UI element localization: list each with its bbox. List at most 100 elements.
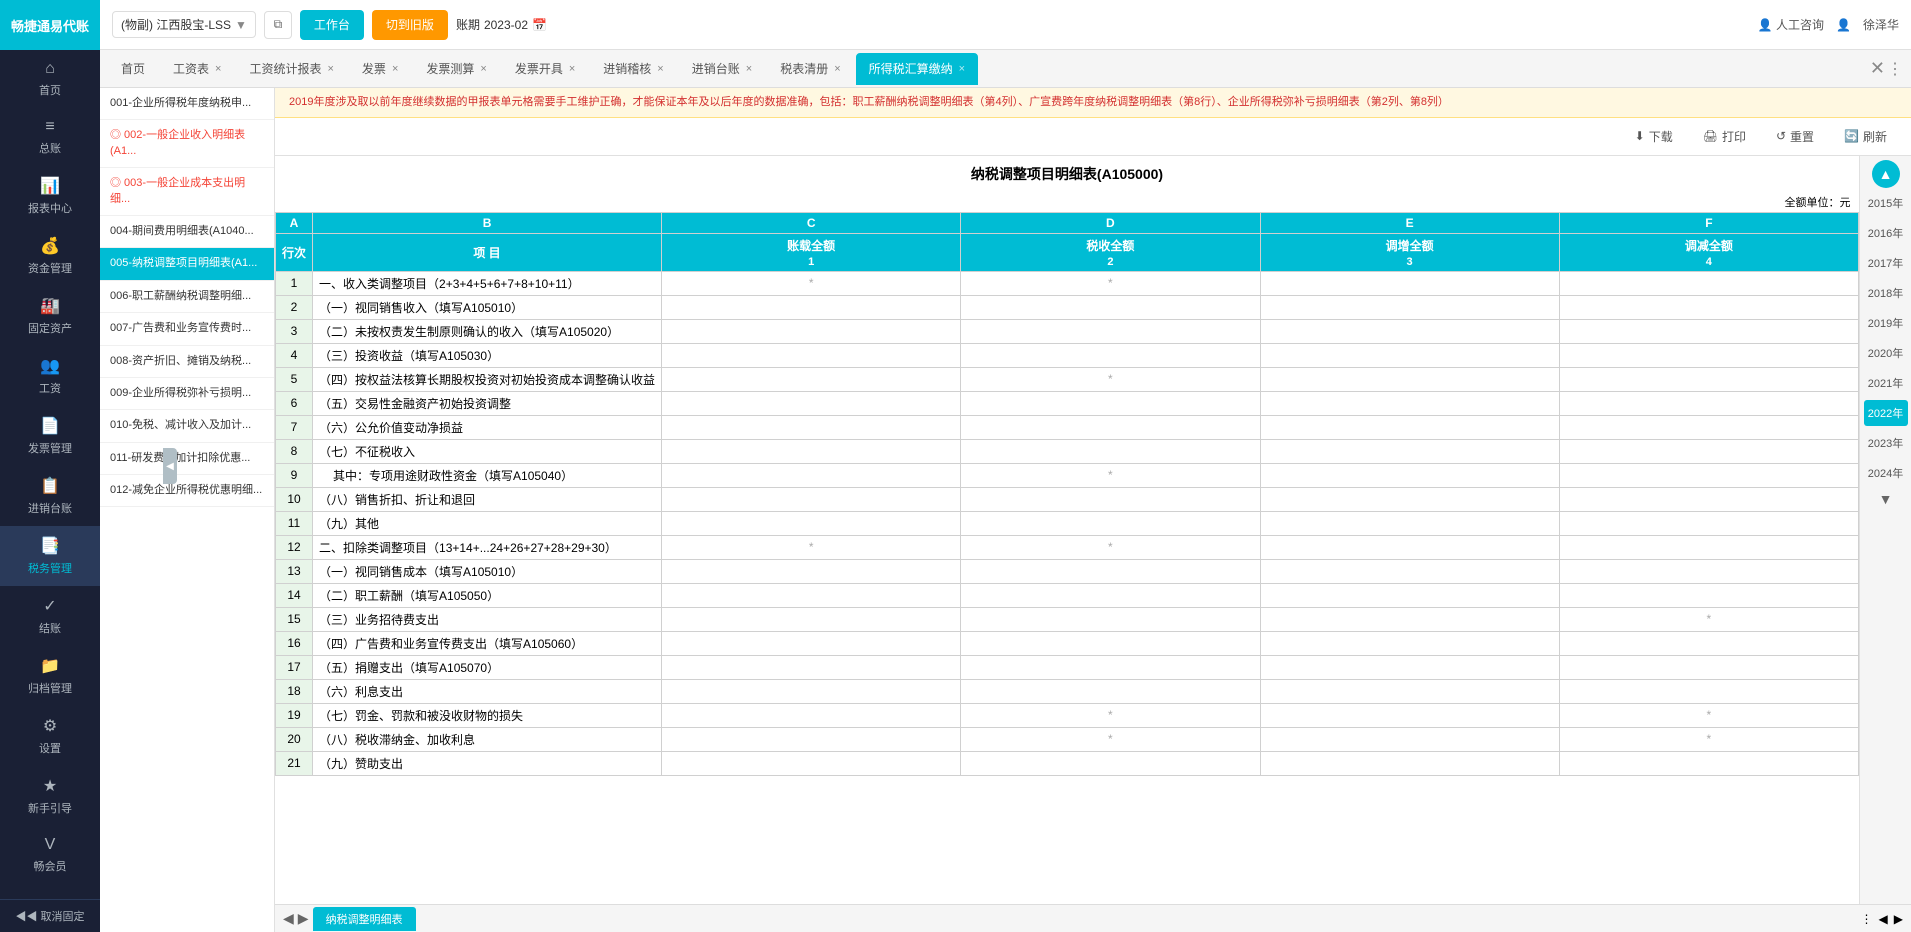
row-e[interactable] [1260,631,1559,655]
sheet-nav-right[interactable]: ▶ [298,910,309,927]
scroll-arrow-right[interactable]: ▶ [1894,912,1903,926]
row-d[interactable] [961,415,1260,439]
row-c[interactable] [662,727,961,751]
year-2021[interactable]: 2021年 [1864,370,1908,396]
sidebar-item-salary[interactable]: 👥 工资 [0,346,100,406]
row-e[interactable] [1260,535,1559,559]
row-e[interactable] [1260,415,1559,439]
left-item-003[interactable]: ◎ 003-一般企业成本支出明细... [100,168,274,216]
row-c[interactable]: * [662,271,961,295]
tab-close-icon[interactable]: × [959,63,965,75]
row-f[interactable] [1559,271,1858,295]
row-f[interactable] [1559,415,1858,439]
row-item[interactable]: （一）视同销售收入（填写A105010） [313,295,662,319]
row-item[interactable]: （八）税收滞纳金、加收利息 [313,727,662,751]
year-2018[interactable]: 2018年 [1864,280,1908,306]
refresh-button[interactable]: 🔄 刷新 [1834,124,1897,149]
sidebar-item-tax[interactable]: 📑 税务管理 [0,526,100,586]
row-e[interactable] [1260,319,1559,343]
tab-audit[interactable]: 进销稽核× [590,53,676,85]
panel-collapse-button[interactable]: ◀ [163,448,177,484]
row-item[interactable]: （六）公允价值变动净损益 [313,415,662,439]
row-c[interactable] [662,679,961,703]
help-button[interactable]: 👤 人工咨询 [1758,16,1824,33]
row-f[interactable] [1559,463,1858,487]
row-e[interactable] [1260,679,1559,703]
row-item[interactable]: （四）按权益法核算长期股权投资对初始投资成本调整确认收益 [313,367,662,391]
row-d[interactable] [961,343,1260,367]
row-e[interactable] [1260,391,1559,415]
row-d[interactable]: * [961,703,1260,727]
left-item-008[interactable]: 008-资产折旧、摊销及纳税... [100,346,274,378]
year-2022[interactable]: 2022年 [1864,400,1908,426]
sidebar-item-archive[interactable]: 📁 归档管理 [0,646,100,706]
row-item[interactable]: 一、收入类调整项目（2+3+4+5+6+7+8+10+11） [313,271,662,295]
row-e[interactable] [1260,655,1559,679]
row-c[interactable] [662,295,961,319]
row-c[interactable] [662,703,961,727]
row-item[interactable]: （二）未按权责发生制原则确认的收入（填写A105020） [313,319,662,343]
row-item[interactable]: 二、扣除类调整项目（13+14+...24+26+27+28+29+30） [313,535,662,559]
tab-tax-clear[interactable]: 税表清册× [767,53,853,85]
row-item[interactable]: （二）职工薪酬（填写A105050） [313,583,662,607]
row-d[interactable] [961,511,1260,535]
row-item[interactable]: （四）广告费和业务宣传费支出（填写A105060） [313,631,662,655]
row-f[interactable] [1559,655,1858,679]
row-c[interactable] [662,463,961,487]
user-name[interactable]: 徐泽华 [1863,16,1899,33]
row-f[interactable] [1559,367,1858,391]
left-item-005[interactable]: 005-纳税调整项目明细表(A1... [100,248,274,280]
year-2020[interactable]: 2020年 [1864,340,1908,366]
year-2023[interactable]: 2023年 [1864,430,1908,456]
row-d[interactable] [961,487,1260,511]
left-item-010[interactable]: 010-免税、减计收入及加计... [100,410,274,442]
row-e[interactable] [1260,703,1559,727]
row-f[interactable]: * [1559,703,1858,727]
row-d[interactable] [961,319,1260,343]
sidebar-item-funds[interactable]: 💰 资金管理 [0,226,100,286]
row-d[interactable] [961,655,1260,679]
row-item[interactable]: （九）其他 [313,511,662,535]
row-d[interactable]: * [961,463,1260,487]
tab-close-icon[interactable]: × [834,63,840,75]
row-d[interactable] [961,439,1260,463]
row-d[interactable] [961,391,1260,415]
sidebar-item-ledger[interactable]: ≡ 总账 [0,108,100,166]
period-selector[interactable]: 账期 2023-02 📅 [456,16,547,33]
year-2019[interactable]: 2019年 [1864,310,1908,336]
row-item[interactable]: （六）利息支出 [313,679,662,703]
row-f[interactable] [1559,439,1858,463]
tab-salary-report[interactable]: 工资统计报表× [236,53,346,85]
scroll-arrow-left[interactable]: ◀ [1879,912,1888,926]
row-f[interactable] [1559,295,1858,319]
left-item-011[interactable]: 011-研发费用加计扣除优惠... [100,443,274,475]
sidebar-item-home[interactable]: ⌂ 首页 [0,50,100,108]
workbench-button[interactable]: 工作台 [300,10,364,40]
left-item-007[interactable]: 007-广告费和业务宣传费时... [100,313,274,345]
row-item[interactable]: （九）赞助支出 [313,751,662,775]
row-e[interactable] [1260,583,1559,607]
row-c[interactable]: * [662,535,961,559]
row-item[interactable]: （一）视同销售成本（填写A105010） [313,559,662,583]
row-c[interactable] [662,751,961,775]
year-nav-down[interactable]: ▼ [1872,488,1900,510]
row-c[interactable] [662,655,961,679]
left-item-006[interactable]: 006-职工薪酬纳税调整明细... [100,281,274,313]
row-e[interactable] [1260,607,1559,631]
tab-close-icon[interactable]: × [657,63,663,75]
sidebar-item-guide[interactable]: ★ 新手引导 [0,766,100,826]
row-f[interactable] [1559,679,1858,703]
tab-close-icon[interactable]: × [327,63,333,75]
row-d[interactable] [961,559,1260,583]
row-item[interactable]: 其中：专项用途财政性资金（填写A105040） [313,463,662,487]
row-e[interactable] [1260,439,1559,463]
row-c[interactable] [662,439,961,463]
row-e[interactable] [1260,463,1559,487]
tab-close-icon[interactable]: × [480,63,486,75]
left-item-001[interactable]: 001-企业所得税年度纳税申... [100,88,274,120]
row-d[interactable] [961,679,1260,703]
row-c[interactable] [662,511,961,535]
row-d[interactable] [961,607,1260,631]
sheet-nav-left[interactable]: ◀ [283,910,294,927]
row-item[interactable]: （七）不征税收入 [313,439,662,463]
